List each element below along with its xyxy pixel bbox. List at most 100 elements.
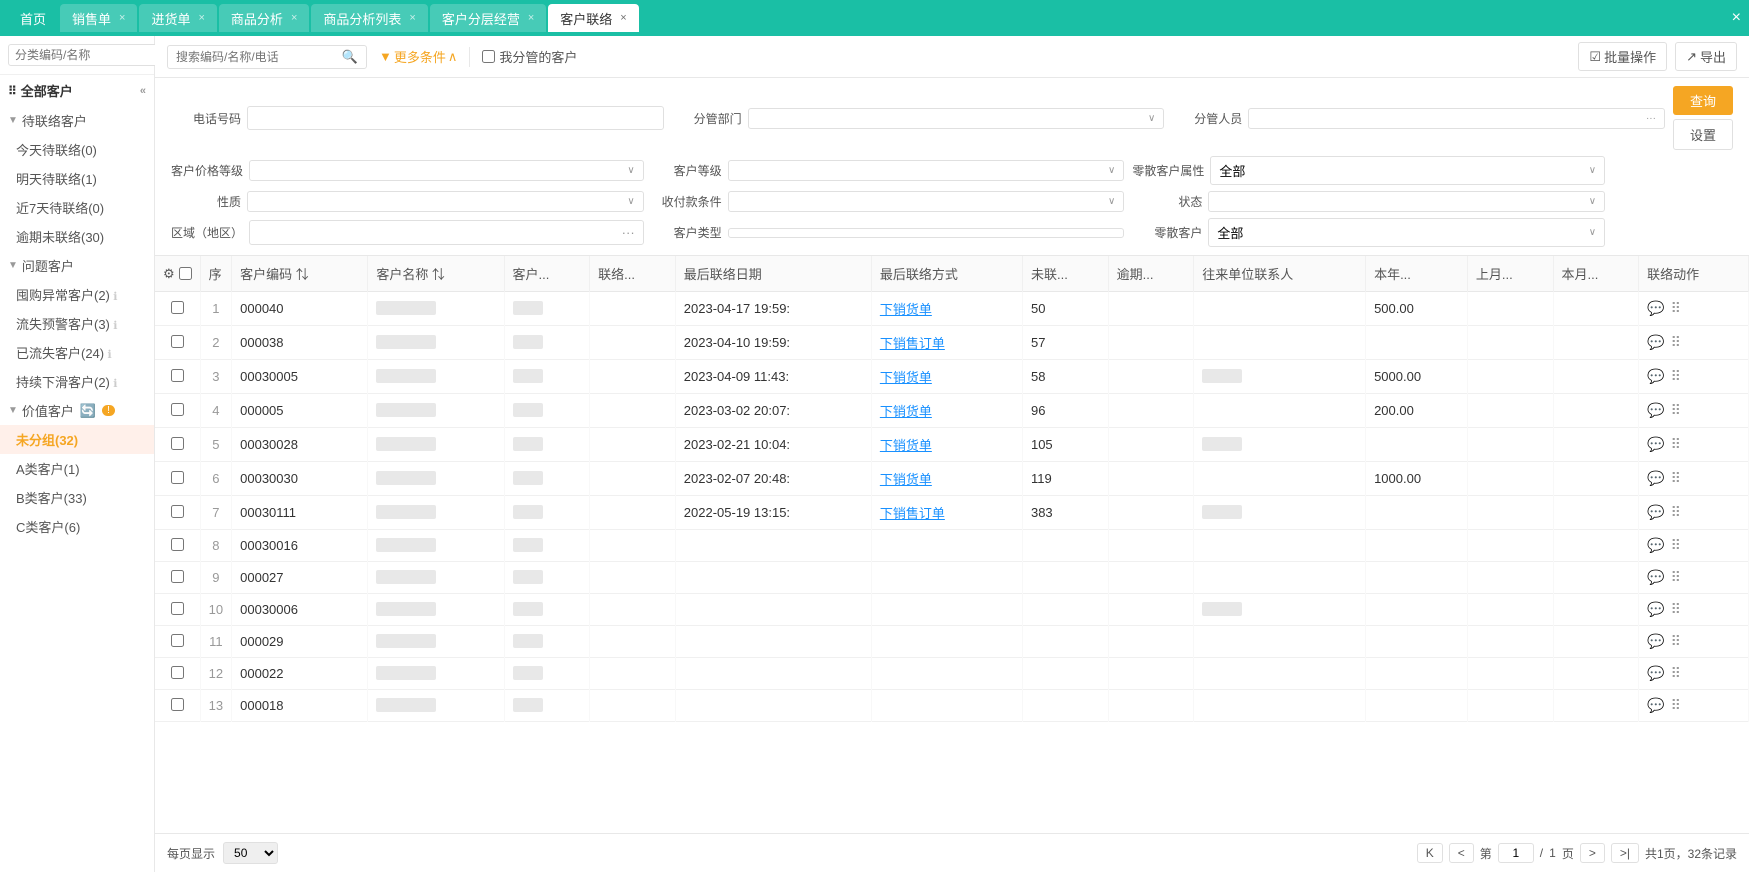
close-customer-tier-icon[interactable]: × (528, 12, 534, 24)
export-btn[interactable]: ↗ 导出 (1675, 42, 1737, 71)
more-action-icon[interactable]: ⠿ (1671, 436, 1681, 453)
more-action-icon[interactable]: ⠿ (1671, 537, 1681, 554)
select-all-checkbox[interactable] (179, 267, 192, 280)
row-checkbox[interactable] (171, 570, 184, 583)
sidebar-item-classA[interactable]: A类客户(1) (0, 454, 154, 483)
first-page-btn[interactable]: K (1417, 843, 1443, 863)
more-action-icon[interactable]: ⠿ (1671, 633, 1681, 650)
customer-type-select[interactable] (728, 228, 1125, 238)
page-input[interactable] (1498, 843, 1534, 863)
refresh-icon[interactable]: 🔄 (80, 403, 96, 419)
retail-customer-select[interactable]: 全部 ∨ (1208, 218, 1605, 247)
settings-icon[interactable]: ⚙ (163, 266, 175, 282)
contact-action-icon[interactable]: 💬 (1647, 368, 1664, 385)
more-action-icon[interactable]: ⠿ (1671, 334, 1681, 351)
tab-customer-tier[interactable]: 客户分层经营 × (430, 4, 546, 32)
contact-action-icon[interactable]: 💬 (1647, 436, 1664, 453)
sidebar-item-7days[interactable]: 近7天待联络(0) (0, 193, 154, 222)
last-method-link[interactable]: 下销售订单 (880, 336, 945, 351)
code-col-header[interactable]: 客户编码 ⇅ (232, 256, 368, 292)
close-customer-contact-icon[interactable]: × (620, 12, 626, 24)
prev-page-btn[interactable]: < (1449, 843, 1474, 863)
contact-action-icon[interactable]: 💬 (1647, 504, 1664, 521)
value-section-header[interactable]: ▼ 价值客户 🔄 ! (0, 396, 154, 425)
more-action-icon[interactable]: ⠿ (1671, 368, 1681, 385)
last-method-link[interactable]: 下销货单 (880, 404, 932, 419)
contact-action-icon[interactable]: 💬 (1647, 665, 1664, 682)
nature-select[interactable]: ∨ (247, 191, 644, 212)
more-action-icon[interactable]: ⠿ (1671, 402, 1681, 419)
row-checkbox[interactable] (171, 634, 184, 647)
contact-action-icon[interactable]: 💬 (1647, 569, 1664, 586)
row-checkbox[interactable] (171, 301, 184, 314)
row-checkbox[interactable] (171, 538, 184, 551)
row-checkbox[interactable] (171, 666, 184, 679)
contact-action-icon[interactable]: 💬 (1647, 402, 1664, 419)
sidebar-item-ungrouped[interactable]: 未分组(32) (0, 425, 154, 454)
sidebar-item-churned[interactable]: 已流失客户(24) ℹ (0, 338, 154, 367)
tab-product-analysis-list[interactable]: 商品分析列表 × (311, 4, 427, 32)
sidebar-item-tomorrow[interactable]: 明天待联络(1) (0, 164, 154, 193)
row-checkbox[interactable] (171, 471, 184, 484)
sidebar-search-input[interactable] (8, 44, 177, 66)
contact-action-icon[interactable]: 💬 (1647, 470, 1664, 487)
collapse-sidebar-icon[interactable]: « (140, 85, 146, 97)
person-select[interactable]: ··· (1248, 108, 1665, 129)
sidebar-item-declining[interactable]: 持续下滑客户(2) ℹ (0, 367, 154, 396)
problem-section-header[interactable]: ▼ 问题客户 (0, 251, 154, 280)
customer-level-select[interactable]: ∨ (728, 160, 1125, 181)
close-sales-icon[interactable]: × (119, 12, 125, 24)
tab-purchase[interactable]: 进货单 × (139, 4, 216, 32)
tab-product-analysis[interactable]: 商品分析 × (219, 4, 309, 32)
tab-sales[interactable]: 销售单 × (60, 4, 137, 32)
more-action-icon[interactable]: ⠿ (1671, 569, 1681, 586)
contact-action-icon[interactable]: 💬 (1647, 537, 1664, 554)
settings-col-header[interactable]: ⚙ (155, 256, 200, 292)
price-level-select[interactable]: ∨ (249, 160, 644, 181)
contact-action-icon[interactable]: 💬 (1647, 334, 1664, 351)
retail-attr-select[interactable]: 全部 ∨ (1210, 156, 1605, 185)
row-checkbox[interactable] (171, 602, 184, 615)
last-method-link[interactable]: 下销货单 (880, 438, 932, 453)
close-purchase-icon[interactable]: × (198, 12, 204, 24)
per-page-select[interactable]: 50 100 200 (223, 842, 278, 864)
contact-action-icon[interactable]: 💬 (1647, 697, 1664, 714)
row-checkbox[interactable] (171, 437, 184, 450)
row-checkbox[interactable] (171, 698, 184, 711)
contact-action-icon[interactable]: 💬 (1647, 633, 1664, 650)
contact-action-icon[interactable]: 💬 (1647, 300, 1664, 317)
next-page-btn[interactable]: > (1580, 843, 1605, 863)
more-action-icon[interactable]: ⠿ (1671, 697, 1681, 714)
last-method-link[interactable]: 下销货单 (880, 370, 932, 385)
main-search-icon[interactable]: 🔍 (342, 49, 358, 65)
close-all-tabs[interactable]: × (1732, 9, 1741, 27)
more-conditions-btn[interactable]: ▼ 更多条件 ∧ (379, 47, 457, 66)
my-customers-checkbox[interactable] (482, 50, 495, 63)
more-action-icon[interactable]: ⠿ (1671, 504, 1681, 521)
more-action-icon[interactable]: ⠿ (1671, 470, 1681, 487)
last-method-link[interactable]: 下销货单 (880, 472, 932, 487)
more-action-icon[interactable]: ⠿ (1671, 601, 1681, 618)
row-checkbox[interactable] (171, 335, 184, 348)
pending-section-header[interactable]: ▼ 待联络客户 (0, 106, 154, 135)
phone-input[interactable] (247, 106, 664, 130)
last-method-link[interactable]: 下销售订单 (880, 506, 945, 521)
more-action-icon[interactable]: ⠿ (1671, 300, 1681, 317)
row-checkbox[interactable] (171, 369, 184, 382)
sidebar-item-classB[interactable]: B类客户(33) (0, 483, 154, 512)
last-method-link[interactable]: 下销货单 (880, 302, 932, 317)
batch-op-btn[interactable]: ☑ 批量操作 (1578, 42, 1667, 71)
dept-select[interactable]: ∨ (748, 108, 1165, 129)
sidebar-item-overdue[interactable]: 逾期未联络(30) (0, 222, 154, 251)
more-action-icon[interactable]: ⠿ (1671, 665, 1681, 682)
tab-customer-contact[interactable]: 客户联络 × (548, 4, 638, 32)
contact-action-icon[interactable]: 💬 (1647, 601, 1664, 618)
last-page-btn[interactable]: >| (1611, 843, 1639, 863)
region-select[interactable]: ··· (249, 220, 644, 245)
sidebar-item-abnormal[interactable]: 囤购异常客户(2) ℹ (0, 280, 154, 309)
region-dots-icon[interactable]: ··· (622, 225, 635, 240)
close-product-analysis-icon[interactable]: × (291, 12, 297, 24)
my-customers-checkbox-area[interactable]: 我分管的客户 (482, 47, 577, 66)
all-customers-header[interactable]: ⠿ 全部客户 « (0, 75, 154, 106)
close-product-analysis-list-icon[interactable]: × (409, 12, 415, 24)
